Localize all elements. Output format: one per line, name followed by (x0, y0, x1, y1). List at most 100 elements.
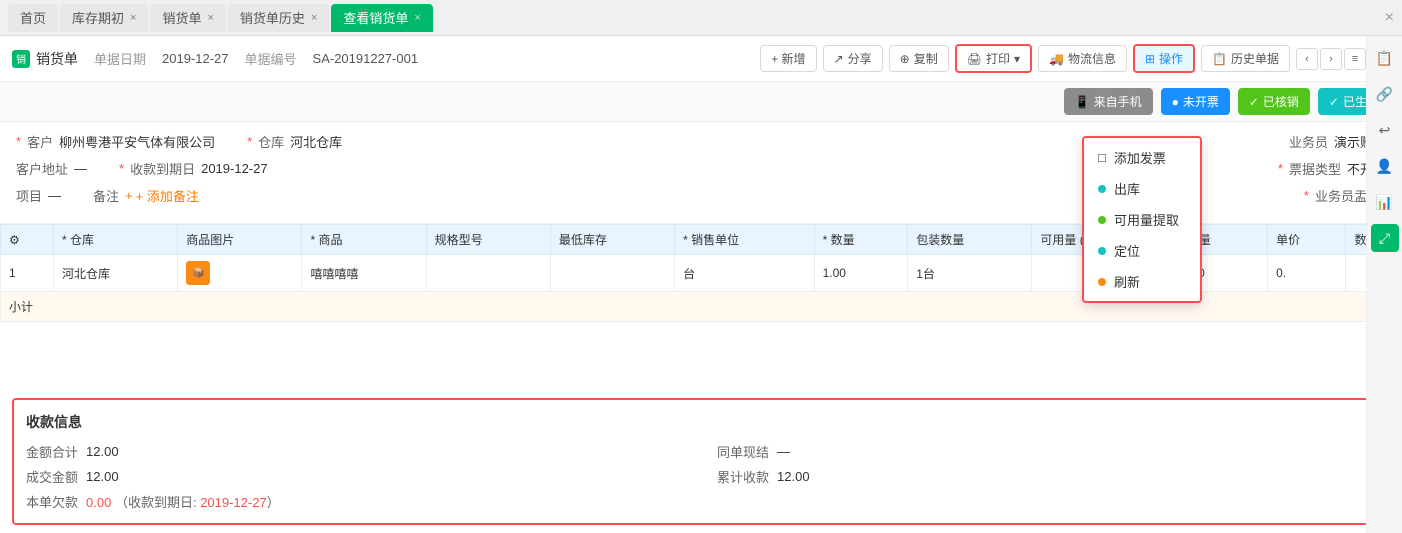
operation-dropdown: □ 添加发票 出库 可用量提取 定位 刷新 (1082, 136, 1202, 303)
col-product-img: 商品图片 (178, 225, 302, 255)
new-button[interactable]: + 新增 (760, 45, 816, 72)
row-spec (426, 255, 550, 292)
sidebar-link-icon[interactable]: 🔗 (1371, 80, 1399, 108)
total-amount-value: 12.00 (86, 444, 119, 459)
cumulative-label: 累计收款 (717, 467, 769, 486)
product-thumbnail: 📦 (186, 261, 210, 285)
warehouse-label: 仓库 (258, 132, 284, 151)
tab-sales-order[interactable]: 销货单 × (150, 4, 225, 32)
sidebar-expand-icon[interactable]: ⤢ (1371, 224, 1399, 252)
number-value: SA-20191227-001 (313, 51, 419, 66)
toolbar: + 新增 ↗ 分享 ⊕ 复制 🖨 打印 ▾ 🚚 物流信息 (760, 44, 1390, 73)
share-button[interactable]: ↗ 分享 (823, 45, 883, 72)
cumulative-value: 12.00 (777, 469, 810, 484)
dropdown-item-outbound[interactable]: 出库 (1084, 173, 1200, 204)
same-settlement-value: — (777, 444, 790, 459)
due-amount-value: 0.00 （收款到期日: 2019-12-27） (86, 492, 280, 511)
payment-date-field: * 收款到期日 2019-12-27 (119, 159, 268, 178)
tab-check-label: 查看销货单 (343, 8, 408, 27)
doc-title-label: 销货单 (36, 49, 78, 69)
outbound-dot (1098, 185, 1106, 193)
ticket-label: 票据类型 (1289, 159, 1341, 178)
customer-value: 柳州粤港平安气体有限公司 (59, 132, 215, 151)
dropdown-item-refresh[interactable]: 刷新 (1084, 266, 1200, 297)
print-icon: 🖨 (967, 52, 982, 66)
customer-label: 客户 (27, 132, 53, 151)
address-field: 客户地址 — (16, 159, 87, 178)
reconcile-icon: ✓ (1249, 95, 1259, 109)
add-invoice-icon: □ (1098, 150, 1106, 165)
row-pack-qty: 1台 (908, 255, 1032, 292)
row-product-img: 📦 (178, 255, 302, 292)
main-content: 销 销货单 单据日期 2019-12-27 单据编号 SA-20191227-0… (0, 36, 1402, 533)
row-product: 嘻嘻嘻嘻 (302, 255, 426, 292)
col-min-stock: 最低库存 (550, 225, 674, 255)
payment-info-grid: 金额合计 12.00 同单现结 — 成交金额 12.00 累计收款 12.00 … (26, 442, 1376, 511)
col-product: * 商品 (302, 225, 426, 255)
row-warehouse: 河北仓库 (54, 255, 178, 292)
close-check-tab[interactable]: × (414, 12, 420, 24)
col-unit: * 销售单位 (675, 225, 815, 255)
sidebar-user-icon[interactable]: 👤 (1371, 152, 1399, 180)
operation-button[interactable]: ⊞ 操作 (1133, 44, 1195, 73)
row-min-stock (550, 255, 674, 292)
project-field: 项目 — (16, 186, 61, 205)
action-bar: 📱 来自手机 ● 未开票 ✓ 已核销 ✓ 已生效 (0, 82, 1402, 122)
total-amount-row: 金额合计 12.00 (26, 442, 685, 461)
list-view-button[interactable]: ≡ (1344, 48, 1366, 70)
date-value: 2019-12-27 (162, 51, 229, 66)
tab-sales-history[interactable]: 销货单历史 × (228, 4, 329, 32)
close-history-tab[interactable]: × (311, 12, 317, 24)
row-unit: 台 (675, 255, 815, 292)
sidebar-chart-icon[interactable]: 📊 (1371, 188, 1399, 216)
dropdown-item-available[interactable]: 可用量提取 (1084, 204, 1200, 235)
add-note-button[interactable]: + + 添加备注 (125, 186, 199, 205)
warehouse-field: * 仓库 河北仓库 (247, 132, 342, 151)
tab-inventory-label: 库存期初 (72, 8, 124, 27)
due-amount-label: 本单欠款 (26, 492, 78, 511)
note-label: 备注 (93, 186, 119, 205)
history-icon: 📋 (1212, 52, 1227, 66)
transaction-label: 成交金额 (26, 467, 78, 486)
payment-info-section: 收款信息 金额合计 12.00 同单现结 — 成交金额 12.00 累计收款 1… (12, 398, 1390, 525)
warehouse-value: 河北仓库 (290, 132, 342, 151)
history-button[interactable]: 📋 历史单据 (1201, 45, 1290, 72)
copy-icon: ⊕ (900, 52, 910, 66)
print-button[interactable]: 🖨 打印 ▾ (955, 44, 1032, 73)
address-label: 客户地址 (16, 159, 68, 178)
project-value: — (48, 188, 61, 203)
next-button[interactable]: › (1320, 48, 1342, 70)
close-sales-tab[interactable]: × (207, 12, 213, 24)
sidebar-note-icon[interactable]: 📋 (1371, 44, 1399, 72)
tab-home[interactable]: 首页 (8, 4, 58, 32)
operation-icon: ⊞ (1145, 52, 1155, 66)
refresh-dot (1098, 278, 1106, 286)
payment-date-label: 收款到期日 (130, 159, 195, 178)
global-close-button[interactable]: × (1385, 9, 1394, 27)
phone-status-button[interactable]: 📱 来自手机 (1064, 88, 1153, 115)
invoice-status-button[interactable]: ● 未开票 (1161, 88, 1230, 115)
right-sidebar: 📋 🔗 ↩ 👤 📊 ⤢ (1366, 36, 1402, 533)
due-date-value: 2019-12-27 (200, 495, 267, 510)
copy-button[interactable]: ⊕ 复制 (889, 45, 949, 72)
col-settings[interactable]: ⚙ (1, 225, 54, 255)
due-amount-row: 本单欠款 0.00 （收款到期日: 2019-12-27） (26, 492, 685, 511)
dropdown-item-add-invoice[interactable]: □ 添加发票 (1084, 142, 1200, 173)
dropdown-item-locate[interactable]: 定位 (1084, 235, 1200, 266)
row-price: 0. (1268, 255, 1346, 292)
staff2-label: 业务员盂 (1315, 186, 1367, 205)
number-label: 单据编号 (245, 49, 297, 68)
reconcile-status-button[interactable]: ✓ 已核销 (1238, 88, 1310, 115)
logistics-button[interactable]: 🚚 物流信息 (1038, 45, 1127, 72)
close-inventory-tab[interactable]: × (130, 12, 136, 24)
customer-field: * 客户 柳州粤港平安气体有限公司 (16, 132, 215, 151)
tab-inventory-init[interactable]: 库存期初 × (60, 4, 148, 32)
cumulative-payment-row: 累计收款 12.00 (717, 467, 1376, 486)
prev-button[interactable]: ‹ (1296, 48, 1318, 70)
tab-bar: 首页 库存期初 × 销货单 × 销货单历史 × 查看销货单 × × (0, 0, 1402, 36)
sidebar-return-icon[interactable]: ↩ (1371, 116, 1399, 144)
tab-check-sales[interactable]: 查看销货单 × (331, 4, 432, 32)
doc-meta: 单据日期 2019-12-27 单据编号 SA-20191227-001 (94, 49, 418, 68)
transaction-value: 12.00 (86, 469, 119, 484)
col-warehouse: * 仓库 (54, 225, 178, 255)
